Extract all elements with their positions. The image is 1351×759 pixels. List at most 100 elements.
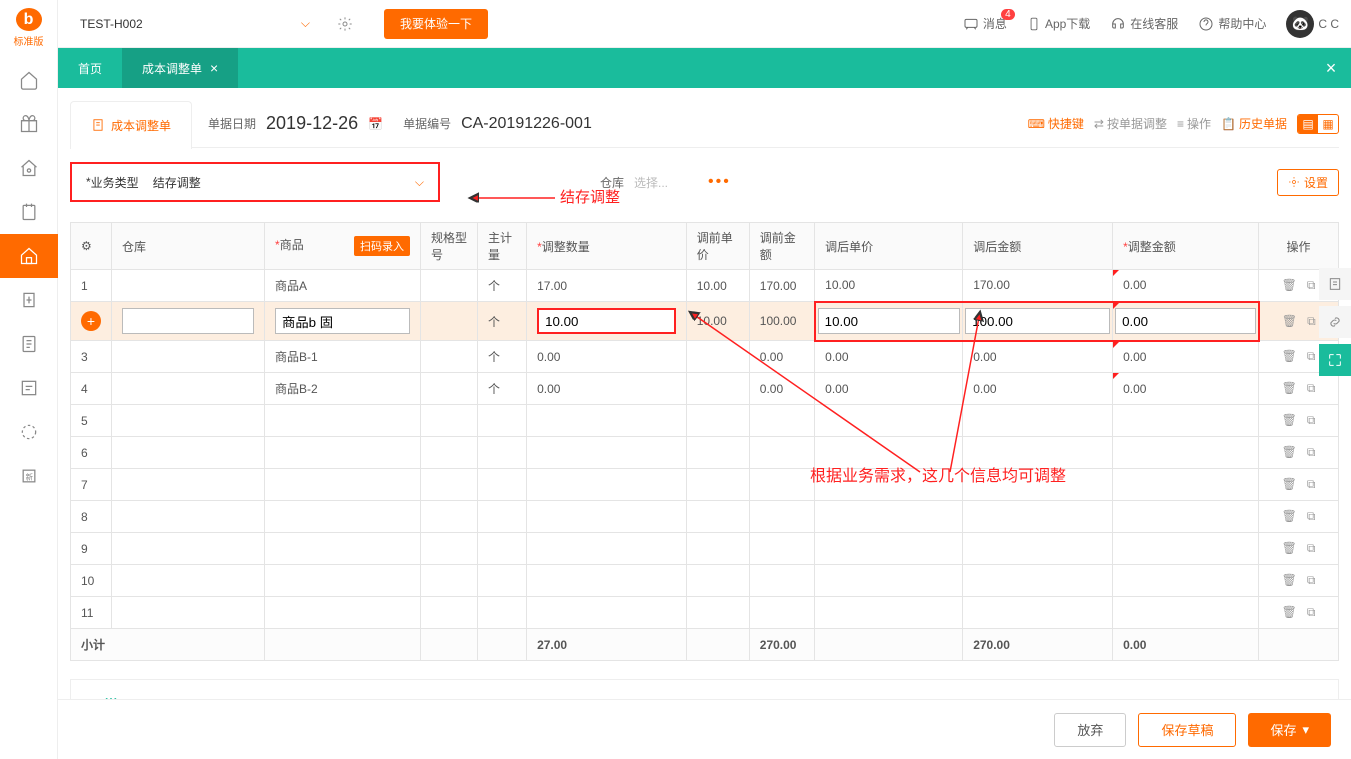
cell-product[interactable] [265,469,421,501]
customer-service-button[interactable]: 在线客服 [1110,15,1178,32]
nav-sync[interactable] [0,410,58,454]
table-row[interactable]: 3商品B-1个0.000.000.000.000.00🗑⧉ [71,341,1339,373]
post-price-input[interactable] [818,308,961,334]
cell-qty[interactable] [527,501,687,533]
table-row[interactable]: 4商品B-2个0.000.000.000.000.00🗑⧉ [71,373,1339,405]
table-row[interactable]: 1商品A个17.0010.00170.0010.00170.000.00🗑⧉ [71,270,1339,302]
nav-inventory[interactable] [0,234,58,278]
table-row[interactable]: +个10.00100.00🗑⧉ [71,302,1339,341]
cell-qty[interactable] [527,565,687,597]
cell-post-price[interactable] [815,533,963,565]
cell-post-amount[interactable] [963,302,1113,341]
delete-row-icon[interactable]: 🗑 [1282,477,1297,492]
table-row[interactable]: 7🗑⧉ [71,469,1339,501]
cell-adj-amount[interactable] [1113,469,1259,501]
cell-post-amount[interactable] [963,533,1113,565]
col-adj-qty[interactable]: *调整数量 [527,223,687,270]
copy-row-icon[interactable]: ⧉ [1307,314,1316,329]
delete-row-icon[interactable]: 🗑 [1282,445,1297,460]
cell-post-amount[interactable] [963,597,1113,629]
discard-button[interactable]: 放弃 [1054,713,1126,747]
copy-row-icon[interactable]: ⧉ [1307,381,1316,396]
nav-report[interactable] [0,322,58,366]
view-list[interactable]: ▤ [1298,115,1318,133]
doc-tab[interactable]: 成本调整单 [70,101,192,149]
cell-post-price[interactable] [815,405,963,437]
help-button[interactable]: 帮助中心 [1198,15,1266,32]
cell-product[interactable] [265,565,421,597]
tab-close-icon[interactable]: × [210,60,218,76]
history-button[interactable]: 📋 历史单据 [1221,115,1287,132]
col-adj-amount[interactable]: *调整金额 [1113,223,1259,270]
close-all-tabs[interactable]: × [1311,48,1351,88]
cell-warehouse[interactable] [112,302,265,341]
cell-spec[interactable] [421,302,478,341]
add-row-button[interactable]: + [81,311,101,331]
cell-product[interactable] [265,302,421,341]
cell-warehouse[interactable] [112,341,265,373]
table-row[interactable]: 9🗑⧉ [71,533,1339,565]
business-type-select[interactable]: * 业务类型 结存调整 ⌵ [70,162,440,202]
delete-row-icon[interactable]: 🗑 [1282,541,1297,556]
cell-post-price[interactable]: 0.00 [815,341,963,373]
delete-row-icon[interactable]: 🗑 [1282,349,1297,364]
nav-home[interactable] [0,58,58,102]
cell-spec[interactable] [421,341,478,373]
cell-product[interactable]: 商品B-2 [265,373,421,405]
right-expand-button[interactable] [1319,344,1351,376]
cell-product[interactable] [265,405,421,437]
delete-row-icon[interactable]: 🗑 [1282,509,1297,524]
cell-qty[interactable]: 0.00 [527,373,687,405]
operate-button[interactable]: ≡ 操作 [1177,115,1211,132]
gear-column[interactable]: ⚙ [71,223,112,270]
col-post-amount[interactable]: 调后金额 [963,223,1113,270]
trial-button[interactable]: 我要体验一下 [384,9,488,39]
cell-product[interactable] [265,533,421,565]
post-amount-input[interactable] [965,308,1110,334]
cell-warehouse[interactable] [112,437,265,469]
cell-spec[interactable] [421,270,478,302]
cell-product[interactable] [265,597,421,629]
cell-qty[interactable] [527,302,687,341]
scan-input-button[interactable]: 扫码录入 [354,236,410,256]
copy-row-icon[interactable]: ⧉ [1307,477,1316,492]
cell-product[interactable]: 商品B-1 [265,341,421,373]
col-unit[interactable]: 主计量 [478,223,527,270]
cell-post-amount[interactable] [963,437,1113,469]
cell-warehouse[interactable] [112,270,265,302]
cell-qty[interactable] [527,437,687,469]
product-input[interactable] [275,308,410,334]
cell-adj-amount[interactable]: 0.00 [1113,341,1259,373]
cell-post-amount[interactable]: 0.00 [963,341,1113,373]
cell-spec[interactable] [421,373,478,405]
copy-row-icon[interactable]: ⧉ [1307,349,1316,364]
nav-finance[interactable] [0,278,58,322]
cell-adj-amount[interactable]: 0.00 [1113,270,1259,302]
cell-post-amount[interactable] [963,565,1113,597]
cell-qty[interactable]: 0.00 [527,341,687,373]
cell-spec[interactable] [421,533,478,565]
col-post-price[interactable]: 调后单价 [815,223,963,270]
cell-adj-amount[interactable] [1113,437,1259,469]
user-menu[interactable]: 🐼 C C [1286,10,1339,38]
table-row[interactable]: 5🗑⧉ [71,405,1339,437]
messages-button[interactable]: 消息 4 [963,15,1007,32]
cell-adj-amount[interactable]: 0.00 [1113,373,1259,405]
cell-product[interactable]: 商品A [265,270,421,302]
cell-qty[interactable]: 17.00 [527,270,687,302]
cell-post-amount[interactable]: 0.00 [963,373,1113,405]
delete-row-icon[interactable]: 🗑 [1282,314,1297,329]
cell-spec[interactable] [421,469,478,501]
table-row[interactable]: 6🗑⧉ [71,437,1339,469]
table-row[interactable]: 8🗑⧉ [71,501,1339,533]
cell-warehouse[interactable] [112,533,265,565]
cell-adj-amount[interactable] [1113,565,1259,597]
cell-post-price[interactable] [815,565,963,597]
cell-post-price[interactable] [815,437,963,469]
cell-spec[interactable] [421,437,478,469]
delete-row-icon[interactable]: 🗑 [1282,278,1297,293]
col-pre-amount[interactable]: 调前金额 [749,223,814,270]
cell-post-amount[interactable] [963,469,1113,501]
right-link-button[interactable] [1319,306,1351,338]
cell-warehouse[interactable] [112,405,265,437]
